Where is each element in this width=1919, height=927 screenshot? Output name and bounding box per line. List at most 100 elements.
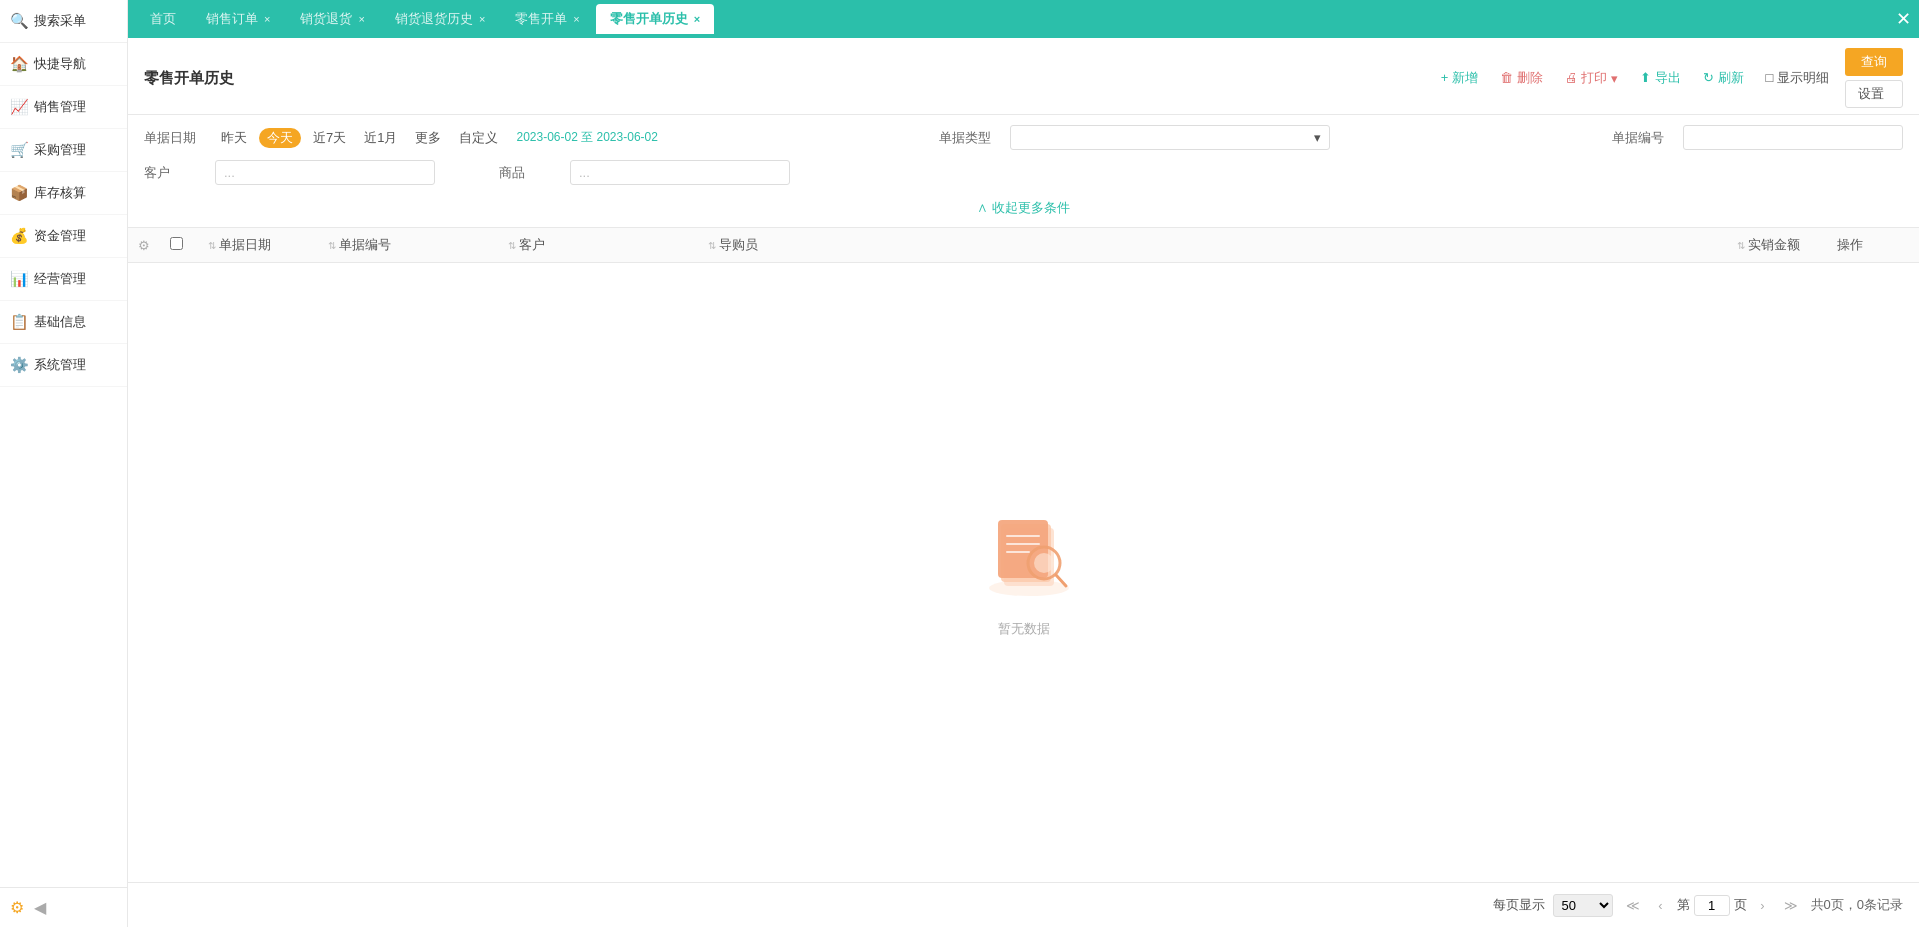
finance-icon: 💰: [10, 227, 28, 245]
th-op-label: 操作: [1837, 236, 1863, 254]
sidebar-item-basic-info[interactable]: 📋 基础信息: [0, 301, 127, 344]
sidebar: 🔍 搜索采单 🏠 快捷导航 📈 销售管理 🛒 采购管理 📦 库存核算 💰 资金管…: [0, 0, 128, 927]
goods-select[interactable]: ...: [570, 160, 790, 185]
sidebar-item-label: 资金管理: [34, 227, 86, 245]
table-settings-icon[interactable]: ⚙: [138, 238, 170, 253]
sidebar-item-operations[interactable]: 📊 经营管理: [0, 258, 127, 301]
tab-sales-order[interactable]: 销售订单 ×: [192, 4, 284, 34]
date-opt-today[interactable]: 今天: [259, 128, 301, 148]
home-icon: 🏠: [10, 55, 28, 73]
basic-icon: 📋: [10, 313, 28, 331]
select-all-input[interactable]: [170, 237, 183, 250]
svg-point-8: [1034, 553, 1054, 573]
page-title: 零售开单历史: [144, 69, 234, 88]
pagination: 每页显示 10 20 50 100 ≪ ‹ 第 页 › ≫ 共0页，0条记录: [128, 882, 1919, 927]
sales-icon: 📈: [10, 98, 28, 116]
sidebar-item-label: 库存核算: [34, 184, 86, 202]
collapse-sidebar-icon[interactable]: ◀: [34, 898, 46, 917]
tab-retail-history-label: 零售开单历史: [610, 10, 688, 28]
empty-illustration: [974, 508, 1074, 608]
sidebar-search-label: 搜索采单: [34, 12, 86, 30]
delete-button[interactable]: 🗑 删除: [1494, 65, 1549, 91]
pagination-summary: 共0页，0条记录: [1811, 896, 1903, 914]
purchase-icon: 🛒: [10, 141, 28, 159]
topbar-right: ✕: [1896, 8, 1911, 30]
date-opt-custom[interactable]: 自定义: [453, 127, 504, 149]
empty-text: 暂无数据: [998, 620, 1050, 638]
th-client[interactable]: ⇅ 客户: [500, 236, 700, 254]
add-button[interactable]: + 新增: [1435, 65, 1484, 91]
date-opt-1month[interactable]: 近1月: [358, 127, 403, 149]
tab-sales-order-label: 销售订单: [206, 10, 258, 28]
sidebar-search[interactable]: 🔍 搜索采单: [0, 0, 127, 43]
tab-sales-return-history[interactable]: 销货退货历史 ×: [381, 4, 499, 34]
tab-sales-return[interactable]: 销货退货 ×: [286, 4, 378, 34]
table-select-all-checkbox[interactable]: [170, 237, 200, 253]
sidebar-item-label: 系统管理: [34, 356, 86, 374]
th-num-sort-icon: ⇅: [328, 240, 336, 251]
filter-row-2: 客户 ... 商品 ...: [144, 160, 1903, 185]
collapse-filter-text: ∧ 收起更多条件: [977, 200, 1070, 215]
page-size-select[interactable]: 10 20 50 100: [1553, 894, 1613, 917]
collapse-filter-row[interactable]: ∧ 收起更多条件: [144, 195, 1903, 217]
goods-placeholder: ...: [579, 165, 590, 180]
tab-sales-return-history-label: 销货退货历史: [395, 10, 473, 28]
date-label: 单据日期: [144, 129, 199, 147]
empty-svg: [974, 508, 1084, 608]
tab-retail-open[interactable]: 零售开单 ×: [501, 4, 593, 34]
settings-bottom-icon[interactable]: ⚙: [10, 898, 24, 917]
sidebar-item-finance[interactable]: 💰 资金管理: [0, 215, 127, 258]
sidebar-item-sys-mgmt[interactable]: ⚙️ 系统管理: [0, 344, 127, 387]
th-date[interactable]: ⇅ 单据日期: [200, 236, 320, 254]
th-num[interactable]: ⇅ 单据编号: [320, 236, 500, 254]
ops-icon: 📊: [10, 270, 28, 288]
sidebar-item-label: 销售管理: [34, 98, 86, 116]
export-button[interactable]: ⬆ 导出: [1634, 65, 1687, 91]
close-tab-sales-order-icon[interactable]: ×: [264, 13, 270, 25]
close-tab-retail-open-icon[interactable]: ×: [573, 13, 579, 25]
sidebar-item-sales-mgmt[interactable]: 📈 销售管理: [0, 86, 127, 129]
num-label: 单据编号: [1612, 129, 1667, 147]
main-area: 首页 销售订单 × 销货退货 × 销货退货历史 × 零售开单 × 零售开单历史 …: [128, 0, 1919, 927]
sidebar-item-quick-nav[interactable]: 🏠 快捷导航: [0, 43, 127, 86]
th-amount[interactable]: ⇅ 实销金额: [1729, 236, 1829, 254]
print-label: 🖨 打印: [1565, 69, 1608, 87]
close-tab-retail-history-icon[interactable]: ×: [694, 13, 700, 25]
sys-icon: ⚙️: [10, 356, 28, 374]
date-opt-more[interactable]: 更多: [409, 127, 447, 149]
close-tab-sales-return-history-icon[interactable]: ×: [479, 13, 485, 25]
inventory-icon: 📦: [10, 184, 28, 202]
tab-retail-history[interactable]: 零售开单历史 ×: [596, 4, 714, 34]
page-label: 第: [1677, 896, 1690, 914]
setting-button[interactable]: 设置: [1845, 80, 1903, 108]
table-header: ⚙ ⇅ 单据日期 ⇅ 单据编号 ⇅ 客户 ⇅ 导购员: [128, 228, 1919, 263]
client-select[interactable]: ...: [215, 160, 435, 185]
next-page-button[interactable]: ›: [1751, 893, 1775, 917]
num-input[interactable]: [1683, 125, 1903, 150]
window-close-icon[interactable]: ✕: [1896, 8, 1911, 30]
th-client-label: 客户: [519, 236, 545, 254]
goods-label: 商品: [499, 164, 554, 182]
sidebar-item-purchase-mgmt[interactable]: 🛒 采购管理: [0, 129, 127, 172]
query-button[interactable]: 查询: [1845, 48, 1903, 76]
sidebar-bottom: ⚙ ◀: [0, 887, 127, 927]
sidebar-item-label: 采购管理: [34, 141, 86, 159]
date-opt-yesterday[interactable]: 昨天: [215, 127, 253, 149]
tab-home[interactable]: 首页: [136, 4, 190, 34]
page-number-input[interactable]: [1694, 895, 1730, 916]
th-guide[interactable]: ⇅ 导购员: [700, 236, 820, 254]
prev-page-button[interactable]: ‹: [1649, 893, 1673, 917]
refresh-button[interactable]: ↻ 刷新: [1697, 65, 1750, 91]
empty-state: 暂无数据: [128, 263, 1919, 882]
display-detail-button[interactable]: □ 显示明细: [1760, 65, 1835, 91]
print-button[interactable]: 🖨 打印 ▾: [1559, 65, 1625, 91]
first-page-button[interactable]: ≪: [1621, 893, 1645, 917]
last-page-button[interactable]: ≫: [1779, 893, 1803, 917]
sidebar-item-inventory[interactable]: 📦 库存核算: [0, 172, 127, 215]
date-opt-7days[interactable]: 近7天: [307, 127, 352, 149]
type-select[interactable]: ▾: [1010, 125, 1330, 150]
filter-area: 单据日期 昨天 今天 近7天 近1月 更多 自定义 2023-06-02 至 2…: [128, 115, 1919, 228]
th-guide-label: 导购员: [719, 236, 758, 254]
close-tab-sales-return-icon[interactable]: ×: [358, 13, 364, 25]
sidebar-item-label: 经营管理: [34, 270, 86, 288]
